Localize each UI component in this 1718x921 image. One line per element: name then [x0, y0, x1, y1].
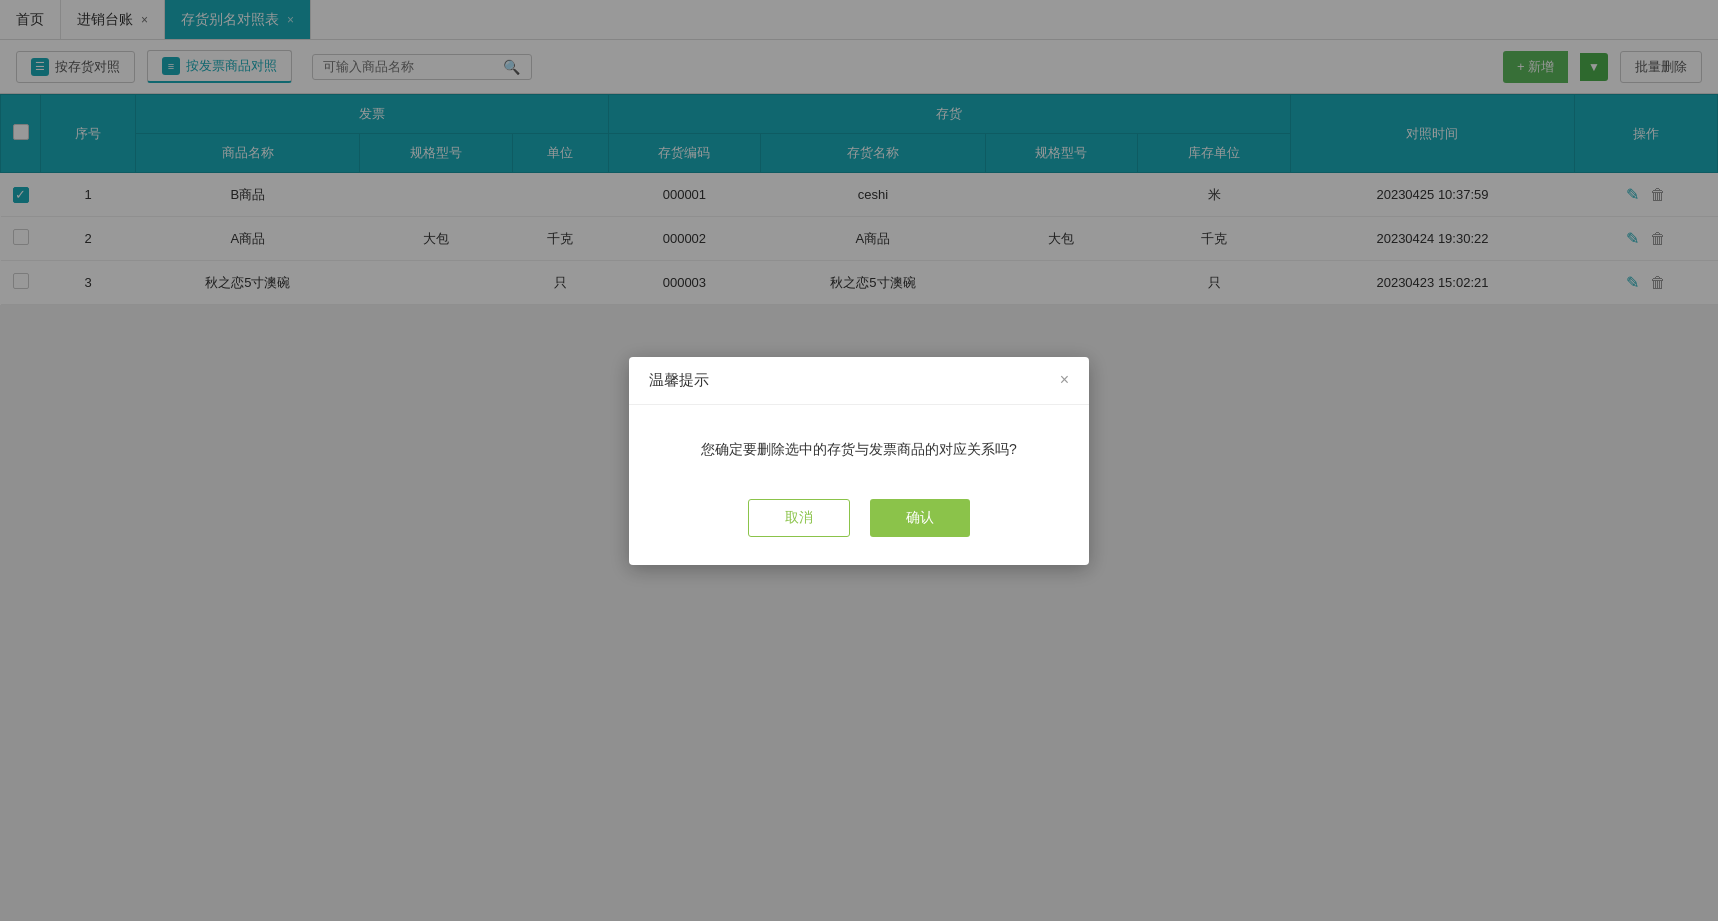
confirm-overlay: 温馨提示 × 您确定要删除选中的存货与发票商品的对应关系吗? 取消 确认 — [0, 0, 1718, 305]
